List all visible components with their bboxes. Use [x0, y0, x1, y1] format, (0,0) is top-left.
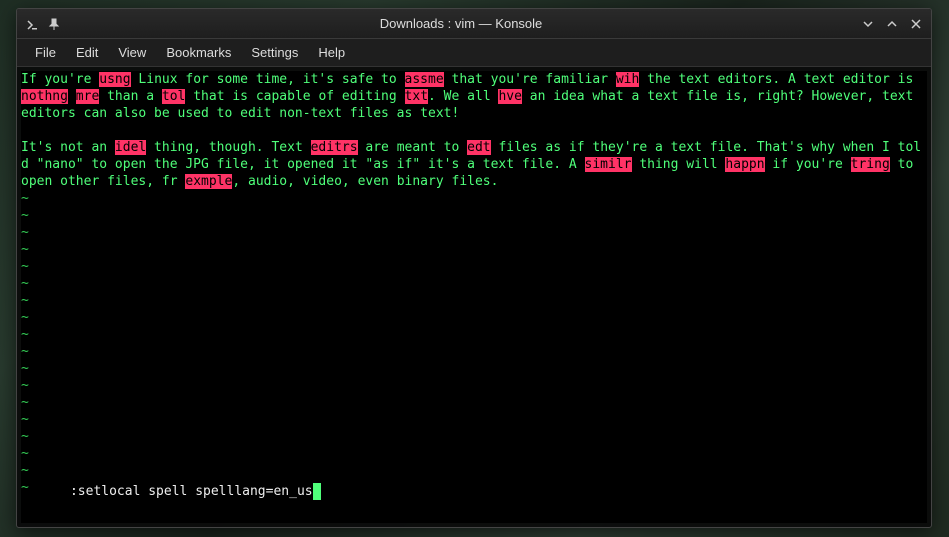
editor-content: If you're usng Linux for some time, it's…	[21, 71, 927, 496]
close-icon[interactable]	[909, 17, 923, 31]
cursor	[313, 483, 321, 500]
spell-error: happn	[725, 157, 764, 172]
empty-line-tilde: ~	[21, 395, 29, 410]
empty-line-tilde: ~	[21, 412, 29, 427]
menubar: File Edit View Bookmarks Settings Help	[17, 39, 931, 67]
konsole-window: Downloads : vim — Konsole File Edit View…	[16, 8, 932, 528]
empty-line-tilde: ~	[21, 344, 29, 359]
menu-bookmarks[interactable]: Bookmarks	[156, 41, 241, 64]
spell-error: editrs	[311, 140, 358, 155]
spell-error: tring	[851, 157, 890, 172]
spell-error: edt	[467, 140, 490, 155]
menu-help[interactable]: Help	[308, 41, 355, 64]
spell-error: exmple	[185, 174, 232, 189]
menu-edit[interactable]: Edit	[66, 41, 108, 64]
spell-error: assme	[405, 72, 444, 87]
pin-icon[interactable]	[47, 17, 61, 31]
empty-line-tilde: ~	[21, 242, 29, 257]
vim-command-line[interactable]: :setlocal spell spelllang=en_us	[23, 466, 321, 517]
menu-view[interactable]: View	[108, 41, 156, 64]
empty-line-tilde: ~	[21, 429, 29, 444]
menu-settings[interactable]: Settings	[241, 41, 308, 64]
terminal-area[interactable]: If you're usng Linux for some time, it's…	[21, 71, 927, 523]
empty-line-tilde: ~	[21, 327, 29, 342]
empty-line-tilde: ~	[21, 378, 29, 393]
spell-error: hve	[498, 89, 521, 104]
spell-error: mre	[76, 89, 99, 104]
maximize-icon[interactable]	[885, 17, 899, 31]
empty-line-tilde: ~	[21, 310, 29, 325]
titlebar[interactable]: Downloads : vim — Konsole	[17, 9, 931, 39]
empty-line-tilde: ~	[21, 276, 29, 291]
empty-line-tilde: ~	[21, 259, 29, 274]
empty-line-tilde: ~	[21, 361, 29, 376]
spell-error: tol	[162, 89, 185, 104]
empty-line-tilde: ~	[21, 208, 29, 223]
command-text: :setlocal spell spelllang=en_us	[70, 484, 313, 499]
minimize-icon[interactable]	[861, 17, 875, 31]
spell-error: txt	[405, 89, 428, 104]
menu-file[interactable]: File	[25, 41, 66, 64]
spell-error: wih	[616, 72, 639, 87]
app-menu-icon[interactable]	[25, 17, 39, 31]
spell-error: similr	[585, 157, 632, 172]
empty-line-tilde: ~	[21, 191, 29, 206]
empty-line-tilde: ~	[21, 293, 29, 308]
window-title: Downloads : vim — Konsole	[61, 16, 861, 31]
spell-error: nothng	[21, 89, 68, 104]
empty-line-tilde: ~	[21, 225, 29, 240]
spell-error: idel	[115, 140, 146, 155]
spell-error: usng	[99, 72, 130, 87]
empty-line-tilde: ~	[21, 446, 29, 461]
